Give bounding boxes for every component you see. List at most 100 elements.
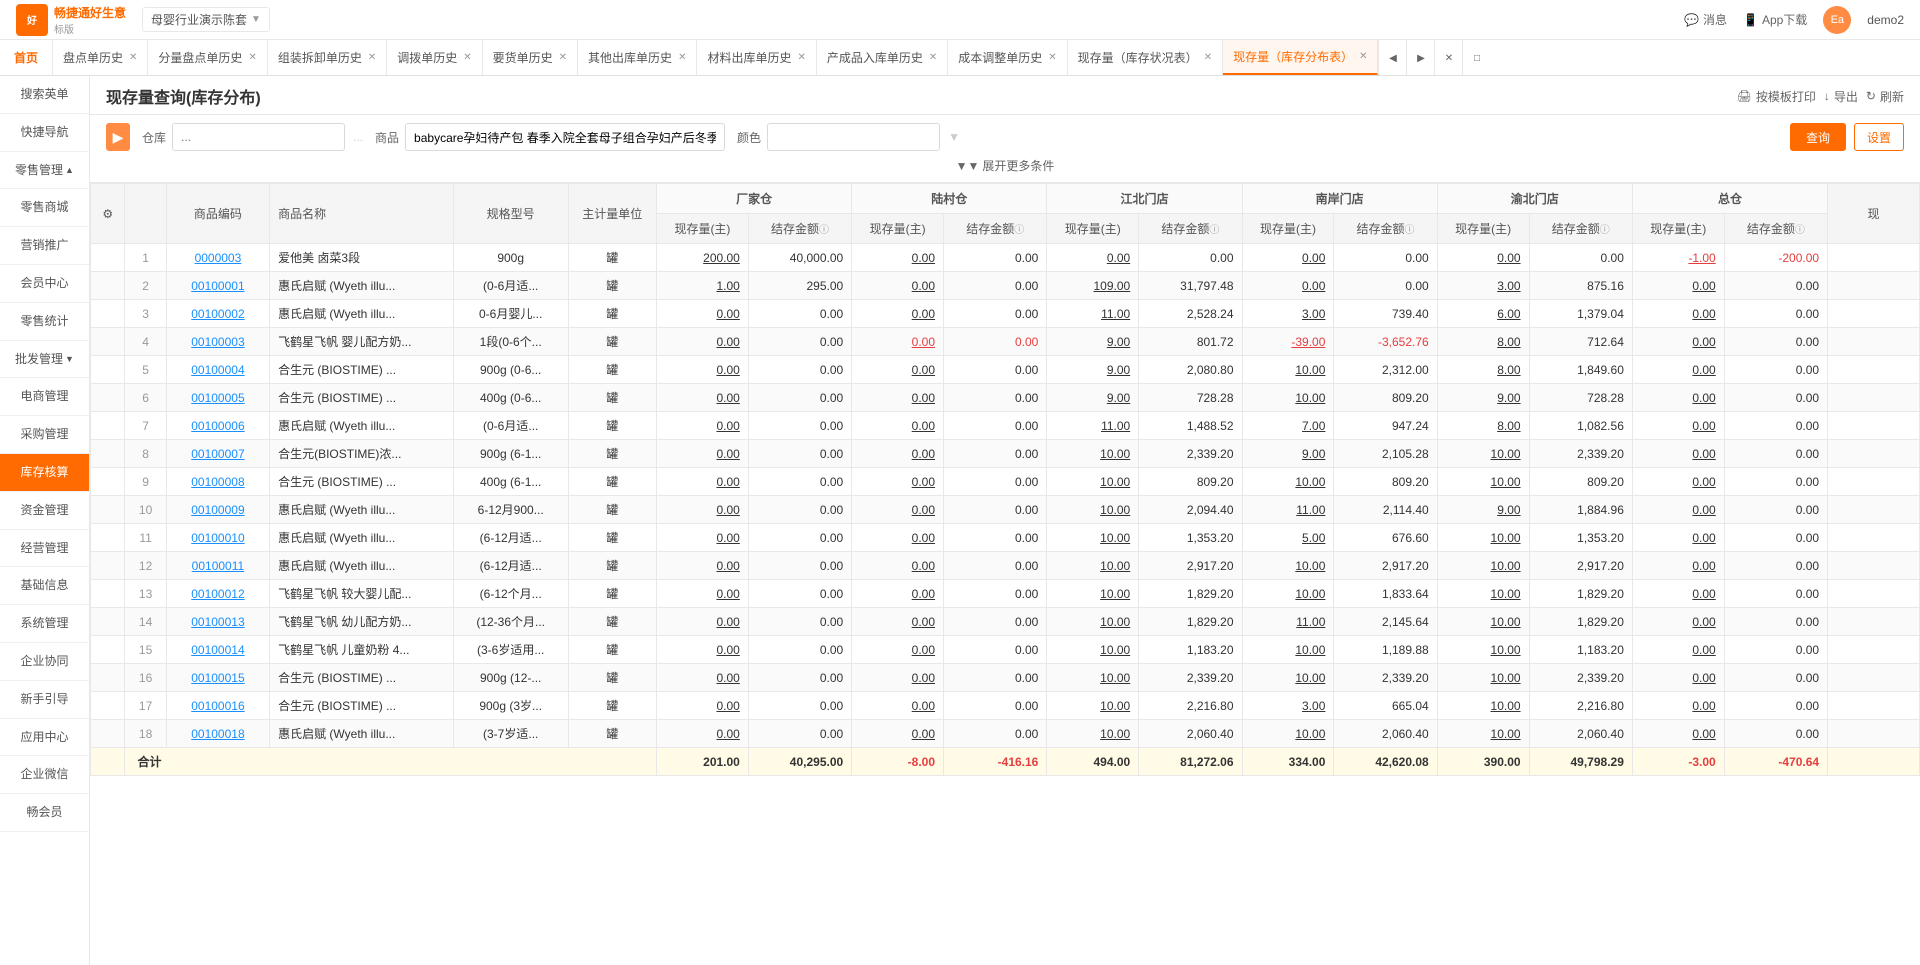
setting-btn[interactable]: 设置 [1854,123,1904,151]
td-c1-qty[interactable]: 0.00 [657,384,749,412]
td-c4-qty[interactable]: 0.00 [1242,272,1334,300]
sidebar-item-purchase[interactable]: 采购管理 [0,416,89,454]
sidebar-item-guide[interactable]: 新手引导 [0,681,89,719]
th-settings[interactable]: ⚙ [91,184,125,244]
td-t-qty[interactable]: 0.00 [1632,636,1724,664]
tab-chancheng-close[interactable]: ✕ [929,52,937,63]
td-t-qty[interactable]: 0.00 [1632,664,1724,692]
td-c3-qty[interactable]: 10.00 [1047,664,1139,692]
sidebar-item-marketing[interactable]: 营销推广 [0,227,89,265]
td-c4-qty[interactable]: 11.00 [1242,608,1334,636]
td-c1-qty[interactable]: 0.00 [657,664,749,692]
td-sku[interactable]: 00100013 [166,608,269,636]
td-sku[interactable]: 00100010 [166,524,269,552]
td-c1-qty[interactable]: 0.00 [657,552,749,580]
refresh-btn[interactable]: ↻ 刷新 [1866,88,1904,105]
td-c5-qty[interactable]: 10.00 [1437,552,1529,580]
td-t-qty[interactable]: 0.00 [1632,440,1724,468]
sidebar-item-inventory[interactable]: 库存核算 [0,454,89,492]
color-dropdown[interactable]: ▼ [948,130,960,144]
filter-arrow-btn[interactable]: ▶ [106,123,130,151]
sidebar-item-search[interactable]: 搜索英单 [0,76,89,114]
search-btn[interactable]: 查询 [1790,123,1846,151]
td-sku[interactable]: 00100014 [166,636,269,664]
td-name[interactable]: 飞鹤星飞帆 较大婴儿配... [270,580,454,608]
sidebar-item-stats[interactable]: 零售统计 [0,303,89,341]
td-name[interactable]: 飞鹤星飞帆 婴儿配方奶... [270,328,454,356]
td-t-qty[interactable]: 0.00 [1632,524,1724,552]
td-name[interactable]: 惠氏启赋 (Wyeth illu... [270,720,454,748]
td-sku[interactable]: 00100007 [166,440,269,468]
tab-diaobuo[interactable]: 调拨单历史 ✕ [387,40,482,75]
td-sku[interactable]: 00100011 [166,552,269,580]
td-c3-qty[interactable]: 9.00 [1047,356,1139,384]
td-c2-qty[interactable]: 0.00 [852,468,944,496]
warehouse-more[interactable]: ... [353,130,363,144]
td-c3-qty[interactable]: 10.00 [1047,524,1139,552]
td-c5-qty[interactable]: 9.00 [1437,496,1529,524]
td-c3-qty[interactable]: 10.00 [1047,608,1139,636]
color-input[interactable] [767,123,940,151]
sidebar-item-mall[interactable]: 零售商城 [0,189,89,227]
td-c2-qty[interactable]: 0.00 [852,524,944,552]
tab-kucun1-close[interactable]: ✕ [1204,52,1212,63]
td-c5-qty[interactable]: 0.00 [1437,244,1529,272]
td-c3-qty[interactable]: 109.00 [1047,272,1139,300]
goods-input[interactable] [405,123,725,151]
tab-pandian[interactable]: 盘点单历史 ✕ [53,40,148,75]
sidebar-item-finance[interactable]: 资金管理 [0,492,89,530]
tab-expand-btn[interactable]: □ [1462,40,1490,76]
td-c4-qty[interactable]: 10.00 [1242,384,1334,412]
td-c1-qty[interactable]: 1.00 [657,272,749,300]
td-c2-qty[interactable]: 0.00 [852,300,944,328]
table-area[interactable]: ⚙ 商品编码 商品名称 规格型号 主计量单位 厂家仓 陆村仓 江北门店 南岸门店… [90,183,1920,965]
td-c4-qty[interactable]: 5.00 [1242,524,1334,552]
td-c4-qty[interactable]: 7.00 [1242,412,1334,440]
td-name[interactable]: 合生元 (BIOSTIME) ... [270,664,454,692]
td-c2-qty[interactable]: 0.00 [852,692,944,720]
td-c4-qty[interactable]: 10.00 [1242,720,1334,748]
td-c1-qty[interactable]: 0.00 [657,580,749,608]
td-sku[interactable]: 00100005 [166,384,269,412]
td-c4-qty[interactable]: 10.00 [1242,356,1334,384]
tab-chancheng[interactable]: 产成品入库单历史 ✕ [817,40,948,75]
tab-qita[interactable]: 其他出库单历史 ✕ [578,40,697,75]
industry-selector[interactable]: 母婴行业演示陈套 ▼ [142,7,270,32]
td-c5-qty[interactable]: 10.00 [1437,636,1529,664]
td-t-qty[interactable]: 0.00 [1632,300,1724,328]
td-c4-qty[interactable]: 3.00 [1242,692,1334,720]
td-c1-qty[interactable]: 0.00 [657,412,749,440]
td-sku[interactable]: 00100012 [166,580,269,608]
sidebar-item-system[interactable]: 系统管理 [0,605,89,643]
td-c3-qty[interactable]: 9.00 [1047,328,1139,356]
username[interactable]: demo2 [1867,13,1904,27]
td-c2-qty[interactable]: 0.00 [852,608,944,636]
td-c3-qty[interactable]: 11.00 [1047,300,1139,328]
tab-yaohuo[interactable]: 要货单历史 ✕ [483,40,578,75]
td-sku[interactable]: 00100006 [166,412,269,440]
td-c3-qty[interactable]: 10.00 [1047,552,1139,580]
td-c3-qty[interactable]: 10.00 [1047,580,1139,608]
td-c2-qty[interactable]: 0.00 [852,664,944,692]
tab-yaohuo-close[interactable]: ✕ [559,52,567,63]
td-c2-qty[interactable]: 0.00 [852,636,944,664]
td-t-qty[interactable]: 0.00 [1632,356,1724,384]
td-name[interactable]: 惠氏启赋 (Wyeth illu... [270,524,454,552]
td-sku[interactable]: 00100001 [166,272,269,300]
td-c1-qty[interactable]: 0.00 [657,636,749,664]
td-c1-qty[interactable]: 0.00 [657,440,749,468]
td-sku[interactable]: 00100002 [166,300,269,328]
td-t-qty[interactable]: 0.00 [1632,552,1724,580]
td-c4-qty[interactable]: 10.00 [1242,552,1334,580]
tab-fenliang-close[interactable]: ✕ [248,52,256,63]
td-name[interactable]: 惠氏启赋 (Wyeth illu... [270,272,454,300]
td-c1-qty[interactable]: 0.00 [657,720,749,748]
expand-btn[interactable]: ▼▼ 展开更多条件 [956,157,1055,174]
td-c2-qty[interactable]: 0.00 [852,580,944,608]
td-c5-qty[interactable]: 10.00 [1437,664,1529,692]
td-sku[interactable]: 00100008 [166,468,269,496]
td-c4-qty[interactable]: 10.00 [1242,580,1334,608]
td-c5-qty[interactable]: 8.00 [1437,356,1529,384]
td-c2-qty[interactable]: 0.00 [852,328,944,356]
td-name[interactable]: 惠氏启赋 (Wyeth illu... [270,300,454,328]
